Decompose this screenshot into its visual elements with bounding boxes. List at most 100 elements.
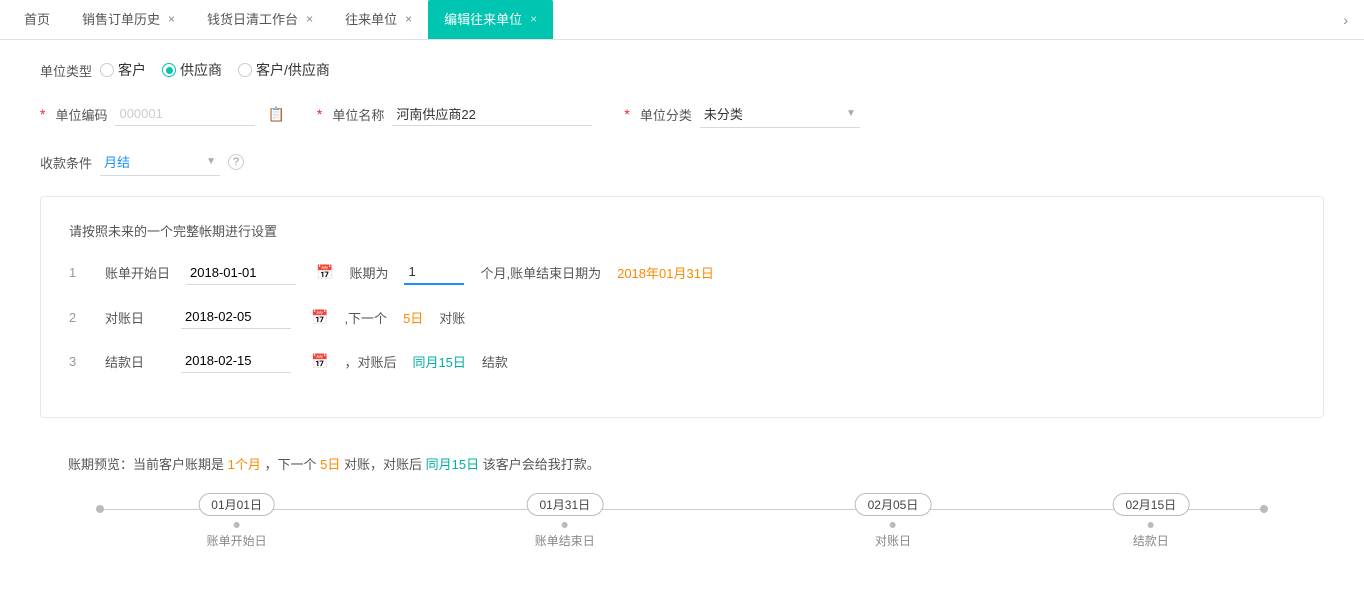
timeline-label-1: 账单开始日 <box>207 532 267 549</box>
radio-circle-supplier <box>162 63 176 77</box>
period-row-3: 3 结款日 📅 ，对账后 同月15日 结款 <box>69 349 1295 373</box>
period-label-3: 结款日 <box>105 352 165 371</box>
preview-part1: 1个月 <box>228 457 261 472</box>
period-row-1: 1 账单开始日 📅 账期为 个月,账单结束日期为 2018年01月31日 <box>69 260 1295 285</box>
preview-label: 账期预览：当前客户账期是 <box>68 457 224 472</box>
timeline-pill-1: 01月01日 <box>198 493 275 516</box>
tab-more-button[interactable]: › <box>1335 0 1356 39</box>
unit-code-group: * 单位编码 📋 <box>40 102 285 126</box>
required-star-code: * <box>40 106 45 122</box>
payment-terms-value: 月结 <box>104 152 130 171</box>
unit-category-label: 单位分类 <box>640 105 692 124</box>
timeline-pill-4: 02月15日 <box>1112 493 1189 516</box>
preview-part2: 5日 <box>320 457 340 472</box>
unit-type-group: 单位类型 客户 供应商 客户/供应商 <box>40 60 330 80</box>
timeline-node-4: 02月15日 结款日 <box>1112 493 1189 549</box>
period-date-2[interactable] <box>181 305 291 329</box>
period-settings-card: 请按照未来的一个完整帐期进行设置 1 账单开始日 📅 账期为 个月,账单结束日期… <box>40 196 1324 418</box>
unit-name-group: * 单位名称 <box>317 102 592 126</box>
timeline-label-4: 结款日 <box>1133 532 1169 549</box>
timeline-right-dot <box>1260 505 1268 513</box>
help-icon[interactable]: ? <box>228 154 244 170</box>
unit-category-select[interactable]: 未分类 ▼ <box>700 100 860 128</box>
period-suffix-post-2: 对账 <box>439 308 465 327</box>
timeline-container: 01月01日 账单开始日 01月31日 账单结束日 02月05日 对账日 <box>68 493 1296 563</box>
radio-customer[interactable]: 客户 <box>100 60 146 80</box>
timeline-label-3: 对账日 <box>875 532 911 549</box>
unit-type-row: 单位类型 客户 供应商 客户/供应商 <box>40 60 1324 80</box>
required-star-name: * <box>317 106 322 122</box>
radio-circle-customer <box>100 63 114 77</box>
period-suffix-pre-1: 账期为 <box>349 263 388 282</box>
tab-partner[interactable]: 往来单位 × <box>329 0 428 39</box>
tab-bar: 首页 销售订单历史 × 钱货日清工作台 × 往来单位 × 编辑往来单位 × › <box>0 0 1364 40</box>
payment-terms-select[interactable]: 月结 ▼ <box>100 148 220 176</box>
radio-both[interactable]: 客户/供应商 <box>238 60 330 80</box>
period-highlight-2: 5日 <box>403 308 423 327</box>
timeline-dot-2 <box>562 522 568 528</box>
timeline-node-3: 02月05日 对账日 <box>855 493 932 549</box>
tab-edit-partner[interactable]: 编辑往来单位 × <box>428 0 553 39</box>
period-suffix-pre-2: ,下一个 <box>344 308 387 327</box>
unit-category-group: * 单位分类 未分类 ▼ <box>624 100 859 128</box>
tab-cash-work[interactable]: 钱货日清工作台 × <box>191 0 329 39</box>
timeline-node-1: 01月01日 账单开始日 <box>198 493 275 549</box>
period-end-date: 2018年01月31日 <box>617 263 714 282</box>
required-star-category: * <box>624 106 629 122</box>
timeline-dot-4 <box>1148 522 1154 528</box>
payment-terms-chevron-icon: ▼ <box>206 156 216 167</box>
unit-code-input[interactable] <box>115 102 255 126</box>
close-tab-edit-partner[interactable]: × <box>530 12 537 26</box>
unit-name-input[interactable] <box>392 102 592 126</box>
period-row-2: 2 对账日 📅 ,下一个 5日 对账 <box>69 305 1295 329</box>
category-chevron-icon: ▼ <box>846 108 856 119</box>
payment-terms-group: 收款条件 月结 ▼ ? <box>40 148 244 176</box>
preview-part3-end: 该客户会给我打款。 <box>483 457 600 472</box>
period-number-1: 1 <box>69 265 89 280</box>
preview-section: 账期预览：当前客户账期是 1个月 ，下一个 5日 对账，对账后 同月15日 该客… <box>40 438 1324 579</box>
calendar-icon-3[interactable]: 📅 <box>311 353 328 370</box>
payment-terms-row: 收款条件 月结 ▼ ? <box>40 148 1324 176</box>
calendar-icon-2[interactable]: 📅 <box>311 309 328 326</box>
period-suffix-pre-3: ，对账后 <box>344 352 396 371</box>
basic-info-row: * 单位编码 📋 * 单位名称 * 单位分类 未分类 ▼ <box>40 100 1324 128</box>
preview-part1-sep: ，下一个 <box>265 457 317 472</box>
main-content: 单位类型 客户 供应商 客户/供应商 * 单位编码 <box>0 40 1364 608</box>
preview-part3: 同月15日 <box>426 457 479 472</box>
radio-supplier[interactable]: 供应商 <box>162 60 222 80</box>
timeline-label-2: 账单结束日 <box>535 532 595 549</box>
period-number-3: 3 <box>69 354 89 369</box>
period-months-input[interactable] <box>404 260 464 285</box>
unit-category-value: 未分类 <box>704 104 743 123</box>
radio-group-unit-type: 客户 供应商 客户/供应商 <box>100 60 330 80</box>
timeline-node-2: 01月31日 账单结束日 <box>526 493 603 549</box>
payment-terms-label: 收款条件 <box>40 153 92 172</box>
timeline-pill-2: 01月31日 <box>526 493 603 516</box>
close-tab-sales-order[interactable]: × <box>168 12 175 26</box>
period-date-1[interactable] <box>186 261 296 285</box>
preview-part2-sep: 对账，对账后 <box>344 457 422 472</box>
unit-name-label: 单位名称 <box>332 105 384 124</box>
timeline-dot-3 <box>890 522 896 528</box>
period-number-2: 2 <box>69 310 89 325</box>
close-tab-cash-work[interactable]: × <box>306 12 313 26</box>
unit-type-label: 单位类型 <box>40 61 92 80</box>
copy-icon[interactable]: 📋 <box>267 106 284 123</box>
tab-home[interactable]: 首页 <box>8 0 66 39</box>
period-suffix-post-3: 结款 <box>482 352 508 371</box>
unit-code-label: 单位编码 <box>55 105 107 124</box>
period-highlight-3: 同月15日 <box>412 352 465 371</box>
period-date-3[interactable] <box>181 349 291 373</box>
timeline-pill-3: 02月05日 <box>855 493 932 516</box>
close-tab-partner[interactable]: × <box>405 12 412 26</box>
section-hint: 请按照未来的一个完整帐期进行设置 <box>69 221 1295 240</box>
calendar-icon-1[interactable]: 📅 <box>316 264 333 281</box>
period-label-2: 对账日 <box>105 308 165 327</box>
period-label-1: 账单开始日 <box>105 263 170 282</box>
timeline-dot-1 <box>234 522 240 528</box>
timeline-left-dot <box>96 505 104 513</box>
radio-circle-both <box>238 63 252 77</box>
preview-text: 账期预览：当前客户账期是 1个月 ，下一个 5日 对账，对账后 同月15日 该客… <box>68 454 1296 473</box>
tab-sales-order-history[interactable]: 销售订单历史 × <box>66 0 191 39</box>
period-suffix-post-1: 个月,账单结束日期为 <box>480 263 601 282</box>
